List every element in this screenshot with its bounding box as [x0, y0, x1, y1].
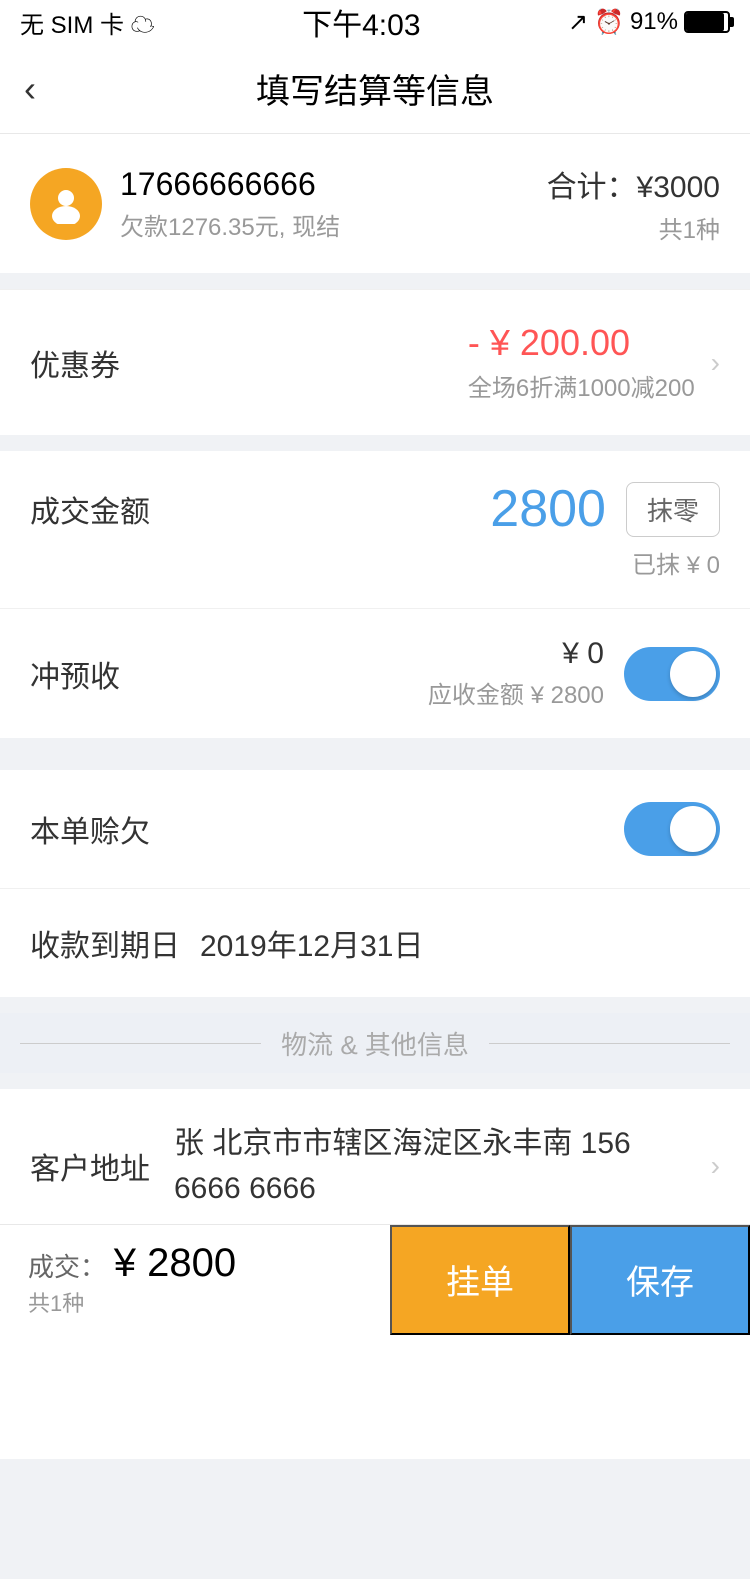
content: 17666666666 欠款1276.35元, 现结 合计：¥3000 共1种 …: [0, 134, 750, 1579]
debt-label: 本单赊欠: [30, 807, 150, 851]
battery-percent: 91%: [630, 8, 678, 36]
battery-icon: [684, 11, 730, 33]
logistics-divider: 物流 & 其他信息: [0, 1013, 750, 1073]
avatar: [30, 168, 102, 240]
status-left: 无 SIM 卡 ☁: [20, 5, 155, 40]
logistics-label: 物流 & 其他信息: [281, 1025, 469, 1062]
bottom-count: 共1种: [28, 1286, 362, 1318]
coupon-right: - ¥ 200.00 全场6折满1000减200 ›: [468, 322, 720, 403]
prepay-right: ¥ 0 应收金额 ¥ 2800: [428, 637, 604, 710]
due-date-value: 2019年12月31日: [200, 921, 423, 965]
customer-card: 17666666666 欠款1276.35元, 现结 合计：¥3000 共1种: [0, 134, 750, 273]
coupon-value: - ¥ 200.00: [468, 322, 695, 364]
debt-section: 本单赊欠: [0, 770, 750, 888]
due-date-label: 收款到期日: [30, 921, 180, 965]
status-right: ↗ ⏰ 91%: [568, 8, 730, 37]
prepay-sub: 应收金额 ¥ 2800: [428, 675, 604, 710]
amount-right: 2800 抹零: [490, 479, 720, 539]
bottom-deal-label: 成交：: [28, 1252, 106, 1282]
debt-toggle-knob: [670, 806, 716, 852]
deal-amount-label: 成交金额: [30, 487, 150, 531]
status-bar: 无 SIM 卡 ☁ 下午4:03 ↗ ⏰ 91%: [0, 0, 750, 44]
address-chevron-icon: ›: [711, 1150, 720, 1182]
chevron-right-icon: ›: [711, 347, 720, 379]
amount-row: 成交金额 2800 抹零: [30, 479, 720, 539]
back-button[interactable]: ‹: [24, 68, 36, 110]
due-date-section: 收款到期日 2019年12月31日: [0, 888, 750, 997]
address-section[interactable]: 客户地址 张 北京市市辖区海淀区永丰南 156 6666 6666 ›: [0, 1089, 750, 1243]
section-gap-2: [0, 738, 750, 754]
page-title: 填写结算等信息: [256, 64, 494, 113]
battery-fill: [686, 13, 724, 31]
total-amount: 合计：¥3000: [547, 162, 720, 206]
sim-label: 无 SIM 卡 ☁: [20, 5, 155, 40]
customer-info: 17666666666 欠款1276.35元, 现结: [120, 166, 340, 242]
alarm-icon: ⏰: [594, 8, 624, 37]
customer-debt: 欠款1276.35元, 现结: [120, 207, 340, 242]
toggle-knob: [670, 651, 716, 697]
bottom-bar: 成交： ¥ 2800 共1种 挂单 保存: [0, 1224, 750, 1334]
divider-line-right: [489, 1043, 730, 1044]
coupon-row[interactable]: 优惠券 - ¥ 200.00 全场6折满1000减200 ›: [0, 289, 750, 435]
total-count: 共1种: [547, 210, 720, 245]
address-label: 客户地址: [30, 1144, 150, 1188]
customer-right: 合计：¥3000 共1种: [547, 162, 720, 245]
nav-bar: ‹ 填写结算等信息: [0, 44, 750, 134]
deal-amount-sub: 已抹 ¥ 0: [30, 545, 720, 580]
debt-toggle[interactable]: [624, 802, 720, 856]
section-gap-1: [0, 435, 750, 451]
prepay-label: 冲预收: [30, 652, 120, 696]
customer-left: 17666666666 欠款1276.35元, 现结: [30, 166, 340, 242]
coupon-label: 优惠券: [30, 341, 120, 385]
prepay-toggle[interactable]: [624, 647, 720, 701]
deal-amount-section: 成交金额 2800 抹零 已抹 ¥ 0: [0, 451, 750, 608]
round-button[interactable]: 抹零: [626, 482, 720, 537]
bottom-deal-row: 成交： ¥ 2800: [28, 1241, 362, 1286]
deal-amount-value: 2800: [490, 479, 606, 539]
divider-line-left: [20, 1043, 261, 1044]
bottom-amount: ¥ 2800: [114, 1241, 236, 1285]
save-button[interactable]: 保存: [570, 1225, 750, 1335]
direction-icon: ↗: [568, 8, 588, 37]
prepay-value: ¥ 0: [428, 637, 604, 671]
address-value: 张 北京市市辖区海淀区永丰南 156 6666 6666: [174, 1121, 701, 1211]
hold-button[interactable]: 挂单: [390, 1225, 570, 1335]
bottom-info: 成交： ¥ 2800 共1种: [0, 1241, 390, 1318]
prepay-section: 冲预收 ¥ 0 应收金额 ¥ 2800: [0, 608, 750, 738]
status-time: 下午4:03: [302, 0, 420, 44]
customer-phone: 17666666666: [120, 166, 340, 203]
coupon-sub: 全场6折满1000减200: [468, 368, 695, 403]
